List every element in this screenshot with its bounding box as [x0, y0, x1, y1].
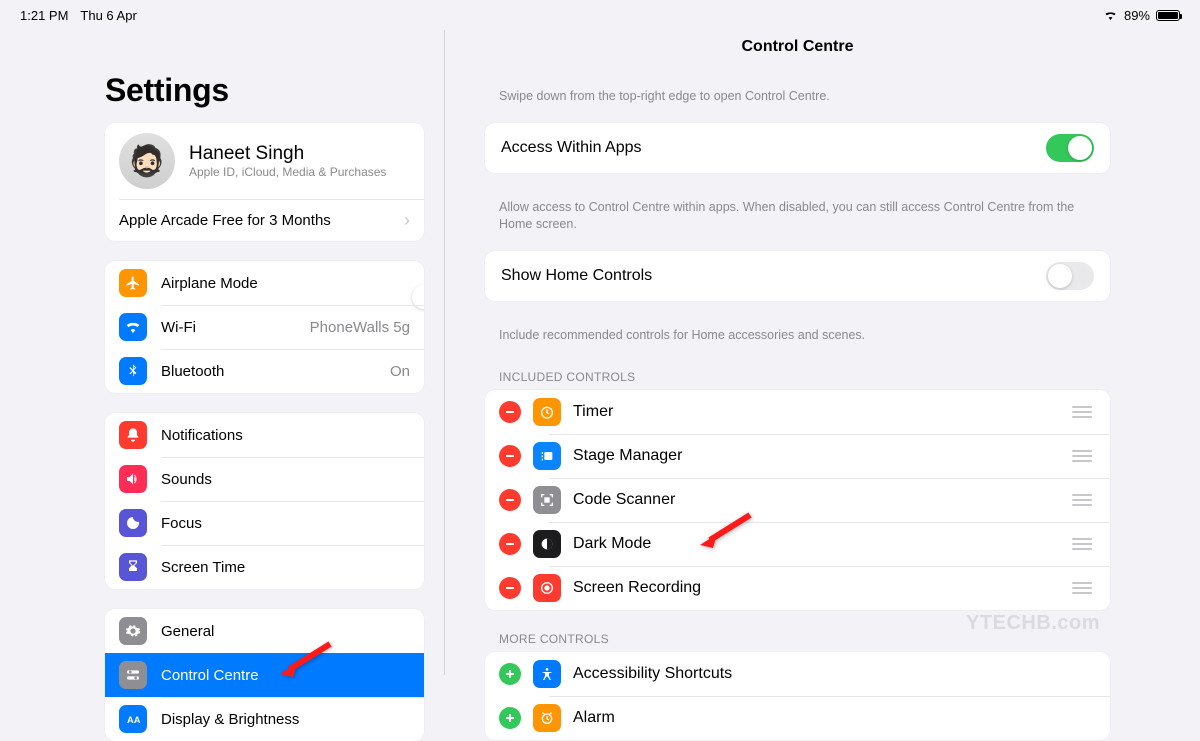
status-bar: 1:21 PM Thu 6 Apr 89%: [0, 8, 1200, 23]
accessibility-icon: [533, 660, 561, 688]
battery-percent: 89%: [1124, 8, 1150, 23]
drag-handle-icon[interactable]: [1072, 582, 1096, 594]
access-within-apps-row[interactable]: Access Within Apps: [485, 123, 1110, 173]
remove-icon[interactable]: [499, 401, 521, 423]
control-row-screen-recording[interactable]: Screen Recording: [485, 566, 1110, 610]
profile-sub: Apple ID, iCloud, Media & Purchases: [189, 165, 386, 179]
sidebar-item-notifications[interactable]: Notifications: [105, 413, 424, 457]
add-icon[interactable]: [499, 707, 521, 729]
add-icon[interactable]: [499, 663, 521, 685]
remove-icon[interactable]: [499, 577, 521, 599]
dark-mode-icon: [533, 530, 561, 558]
access-within-apps-toggle[interactable]: [1046, 134, 1094, 162]
drag-handle-icon[interactable]: [1072, 450, 1096, 462]
access-within-footer: Allow access to Control Centre within ap…: [485, 193, 1110, 233]
sidebar-item-general[interactable]: General: [105, 609, 424, 653]
show-home-controls-row[interactable]: Show Home Controls: [485, 251, 1110, 301]
drag-handle-icon[interactable]: [1072, 406, 1096, 418]
profile-name: Haneet Singh: [189, 143, 386, 165]
profile-card: 🧔🏻 Haneet Singh Apple ID, iCloud, Media …: [105, 123, 424, 241]
control-row-alarm[interactable]: Alarm: [485, 696, 1110, 740]
control-row-code-scanner[interactable]: Code Scanner: [485, 478, 1110, 522]
battery-icon: [1156, 10, 1180, 21]
control-row-accessibility[interactable]: Accessibility Shortcuts: [485, 652, 1110, 696]
apple-arcade-label: Apple Arcade Free for 3 Months: [119, 212, 331, 229]
show-home-footer: Include recommended controls for Home ac…: [485, 321, 1110, 344]
timer-icon: [533, 398, 561, 426]
wifi-label: Wi-Fi: [161, 319, 196, 336]
avatar: 🧔🏻: [119, 133, 175, 189]
sidebar-item-focus[interactable]: Focus: [105, 501, 424, 545]
qr-icon: [533, 486, 561, 514]
svg-text:AA: AA: [127, 715, 141, 725]
sidebar-item-airplane[interactable]: Airplane Mode: [105, 261, 424, 305]
remove-icon[interactable]: [499, 445, 521, 467]
intro-text: Swipe down from the top-right edge to op…: [485, 82, 1110, 105]
chevron-right-icon: ›: [404, 210, 410, 231]
clock: 1:21 PM: [20, 8, 68, 23]
bluetooth-icon: [119, 357, 147, 385]
drag-handle-icon[interactable]: [1072, 538, 1096, 550]
airplane-label: Airplane Mode: [161, 275, 258, 292]
sidebar-item-wifi[interactable]: Wi-Fi PhoneWalls 5g: [105, 305, 424, 349]
record-icon: [533, 574, 561, 602]
included-controls-header: INCLUDED CONTROLS: [485, 370, 1110, 390]
wifi-value: PhoneWalls 5g: [310, 319, 410, 336]
detail-panel: Control Centre Swipe down from the top-r…: [445, 30, 1110, 675]
display-icon: AA: [119, 705, 147, 733]
toggles-icon: [119, 661, 147, 689]
stage-manager-icon: [533, 442, 561, 470]
notifications-icon: [119, 421, 147, 449]
wifi-status-icon: [1103, 8, 1118, 23]
gear-icon: [119, 617, 147, 645]
sidebar-item-sounds[interactable]: Sounds: [105, 457, 424, 501]
wifi-icon: [119, 313, 147, 341]
hourglass-icon: [119, 553, 147, 581]
bluetooth-value: On: [390, 363, 410, 380]
control-row-stage-manager[interactable]: Stage Manager: [485, 434, 1110, 478]
settings-title: Settings: [105, 72, 424, 109]
sidebar-item-display[interactable]: AA Display & Brightness: [105, 697, 424, 741]
date: Thu 6 Apr: [80, 8, 136, 23]
control-row-dark-mode[interactable]: Dark Mode: [485, 522, 1110, 566]
remove-icon[interactable]: [499, 533, 521, 555]
sidebar-item-control-centre[interactable]: Control Centre: [105, 653, 424, 697]
apple-arcade-row[interactable]: Apple Arcade Free for 3 Months ›: [105, 200, 424, 241]
alarm-icon: [533, 704, 561, 732]
bluetooth-label: Bluetooth: [161, 363, 224, 380]
apple-id-row[interactable]: 🧔🏻 Haneet Singh Apple ID, iCloud, Media …: [105, 123, 424, 199]
remove-icon[interactable]: [499, 489, 521, 511]
show-home-controls-toggle[interactable]: [1046, 262, 1094, 290]
control-row-timer[interactable]: Timer: [485, 390, 1110, 434]
airplane-icon: [119, 269, 147, 297]
more-controls-header: MORE CONTROLS: [485, 632, 1110, 652]
focus-icon: [119, 509, 147, 537]
settings-sidebar: Settings 🧔🏻 Haneet Singh Apple ID, iClou…: [105, 30, 445, 675]
page-title: Control Centre: [485, 38, 1110, 56]
sidebar-item-bluetooth[interactable]: Bluetooth On: [105, 349, 424, 393]
sidebar-item-screen-time[interactable]: Screen Time: [105, 545, 424, 589]
sounds-icon: [119, 465, 147, 493]
drag-handle-icon[interactable]: [1072, 494, 1096, 506]
